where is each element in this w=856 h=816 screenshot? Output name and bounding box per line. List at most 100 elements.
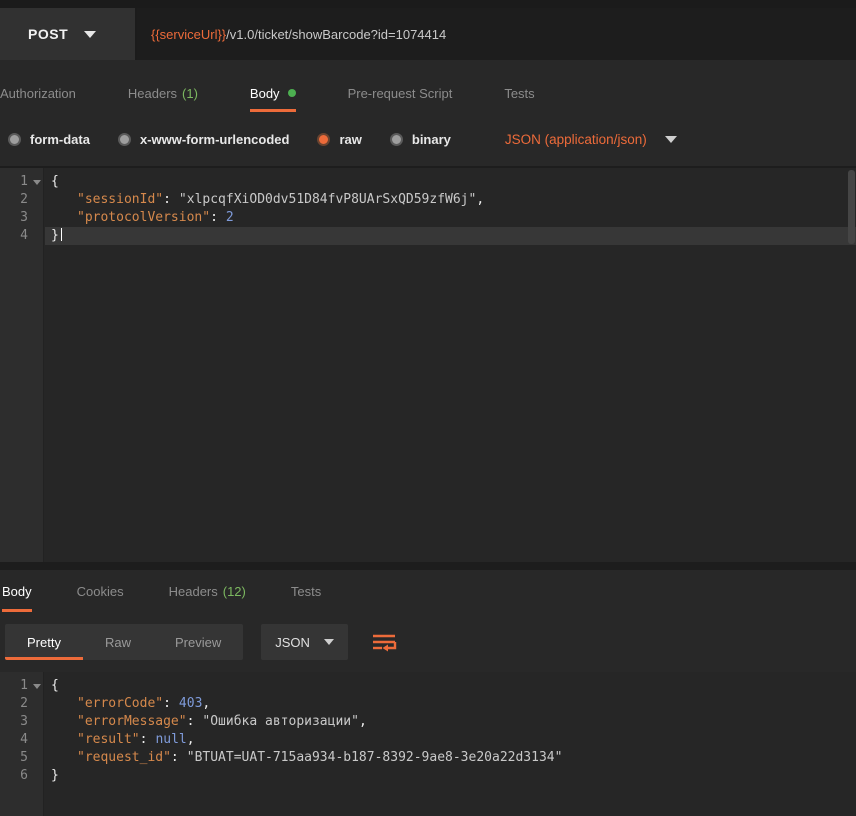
- radio-unselected-icon: [117, 132, 131, 146]
- line-number: 1: [0, 173, 43, 191]
- url-input[interactable]: {{serviceUrl}}/v1.0/ticket/showBarcode?i…: [137, 8, 856, 60]
- request-tabs: Authorization Headers (1) Body Pre-reques…: [0, 74, 856, 112]
- chevron-down-icon: [84, 30, 97, 38]
- line-number: 6: [20, 768, 28, 783]
- json-key: "errorCode": [77, 696, 164, 711]
- json-brace: }: [51, 228, 59, 243]
- response-toolbar: Pretty Raw Preview JSON: [0, 612, 856, 672]
- response-tab-cookies[interactable]: Cookies: [77, 570, 124, 612]
- json-number-value: 403: [178, 696, 203, 711]
- code-line: "protocolVersion": 2: [45, 209, 856, 227]
- tab-label: Headers: [127, 85, 178, 101]
- response-tab-headers[interactable]: Headers (12): [169, 570, 246, 612]
- json-colon: :: [139, 732, 148, 747]
- json-key: "sessionId": [77, 192, 164, 207]
- json-string-value: "xlpcqfXiOD0dv51D84fvP8UArSxQD59zfW6j": [178, 192, 477, 207]
- radio-selected-icon: [317, 132, 331, 146]
- radio-unselected-icon: [389, 132, 403, 146]
- code-line: {: [45, 677, 856, 695]
- postman-window: POST {{serviceUrl}}/v1.0/ticket/showBarc…: [0, 0, 856, 816]
- code-line: {: [45, 173, 856, 191]
- code-line: "errorMessage": "Ошибка авторизации",: [45, 713, 856, 731]
- json-key: "errorMessage": [77, 714, 187, 729]
- json-brace: {: [51, 174, 59, 189]
- json-colon: :: [163, 696, 171, 711]
- wrap-lines-button[interactable]: [366, 624, 402, 660]
- headers-count-badge: (12): [222, 583, 246, 599]
- editor-gutter: 1 2 3 4: [0, 168, 44, 562]
- mode-x-www-form-urlencoded[interactable]: x-www-form-urlencoded: [117, 131, 290, 147]
- json-colon: :: [210, 210, 218, 225]
- tab-label: Pre-request Script: [347, 85, 453, 101]
- json-string-value: "BTUAT=UAT-715aa934-b187-8392-9ae8-3e20a…: [186, 750, 563, 765]
- code-area[interactable]: { "sessionId": "xlpcqfXiOD0dv51D84fvP8UAr…: [45, 168, 856, 562]
- mode-label: binary: [411, 131, 451, 147]
- tab-body[interactable]: Body: [249, 74, 296, 112]
- mode-binary[interactable]: binary: [389, 131, 451, 147]
- method-dropdown[interactable]: POST: [0, 8, 137, 60]
- code-line: "request_id": "BTUAT=UAT-715aa934-b187-83…: [45, 749, 856, 767]
- tab-label: Tests: [504, 85, 535, 101]
- radio-unselected-icon: [8, 132, 21, 146]
- line-number: 2: [20, 696, 28, 711]
- json-brace: }: [51, 768, 59, 783]
- mode-label: raw: [339, 131, 362, 147]
- response-tab-body[interactable]: Body: [2, 570, 32, 612]
- code-line: "result": null,: [45, 731, 856, 749]
- fold-icon[interactable]: [33, 180, 41, 185]
- wrap-lines-icon: [372, 634, 397, 652]
- json-comma: ,: [358, 714, 367, 729]
- json-key: "request_id": [77, 750, 171, 765]
- scrollbar-thumb[interactable]: [848, 170, 855, 244]
- tab-label: Body: [2, 583, 32, 599]
- line-number: 2: [20, 192, 28, 207]
- tab-label: Body: [249, 85, 280, 101]
- body-mode-row: form-data x-www-form-urlencoded raw bina…: [0, 112, 856, 168]
- line-number: 5: [20, 750, 28, 765]
- json-colon: :: [163, 192, 171, 207]
- language-label: JSON: [275, 634, 310, 650]
- json-comma: ,: [186, 732, 195, 747]
- tab-authorization[interactable]: Authorization: [0, 74, 76, 112]
- headers-count-badge: (1): [182, 85, 198, 101]
- chevron-down-icon: [323, 639, 334, 645]
- line-number: 3: [20, 210, 28, 225]
- json-colon: :: [170, 750, 179, 765]
- url-path: /v1.0/ticket/showBarcode?id=1074414: [226, 26, 447, 42]
- tab-label: Authorization: [0, 85, 76, 101]
- code-area[interactable]: { "errorCode": 403, "errorMessage": "Ошибк…: [45, 672, 856, 816]
- json-comma: ,: [476, 192, 485, 207]
- url-variable: {{serviceUrl}}: [151, 26, 227, 42]
- mode-form-data[interactable]: form-data: [8, 132, 90, 147]
- line-number: 4: [20, 228, 28, 243]
- json-string-value: "Ошибка авторизации": [202, 714, 359, 729]
- json-colon: :: [186, 714, 195, 729]
- code-line-active: }: [45, 227, 856, 245]
- fold-icon[interactable]: [33, 684, 41, 689]
- mode-label: form-data: [30, 131, 90, 147]
- response-language-dropdown[interactable]: JSON: [261, 624, 348, 660]
- tab-label: Headers: [168, 583, 218, 599]
- method-label: POST: [28, 26, 69, 42]
- preview-button[interactable]: Preview: [153, 624, 243, 660]
- request-body-editor[interactable]: 1 2 3 4 { "sessionId": "xlpcqfXiOD0dv51D8…: [0, 168, 856, 562]
- tab-headers[interactable]: Headers (1): [128, 74, 198, 112]
- mode-raw[interactable]: raw: [317, 131, 362, 147]
- line-number: 1: [0, 677, 43, 695]
- code-line: "errorCode": 403,: [45, 695, 856, 713]
- json-key: "result": [77, 732, 140, 747]
- pretty-button[interactable]: Pretty: [5, 624, 83, 660]
- response-body-editor[interactable]: 1 2 3 4 5 6 { "errorCode": 403, "errorMes…: [0, 672, 856, 816]
- mode-label: x-www-form-urlencoded: [139, 131, 290, 147]
- content-type-dropdown[interactable]: JSON (application/json): [505, 132, 677, 147]
- json-comma: ,: [202, 696, 211, 711]
- raw-button[interactable]: Raw: [83, 624, 153, 660]
- response-tab-tests[interactable]: Tests: [291, 570, 321, 612]
- code-line: "sessionId": "xlpcqfXiOD0dv51D84fvP8UArSx…: [45, 191, 856, 209]
- chevron-down-icon: [664, 135, 677, 143]
- json-brace: {: [51, 678, 59, 693]
- tab-label: Cookies: [76, 583, 124, 599]
- section-divider: [0, 562, 856, 570]
- tab-pre-request-script[interactable]: Pre-request Script: [348, 74, 453, 112]
- tab-tests[interactable]: Tests: [504, 74, 534, 112]
